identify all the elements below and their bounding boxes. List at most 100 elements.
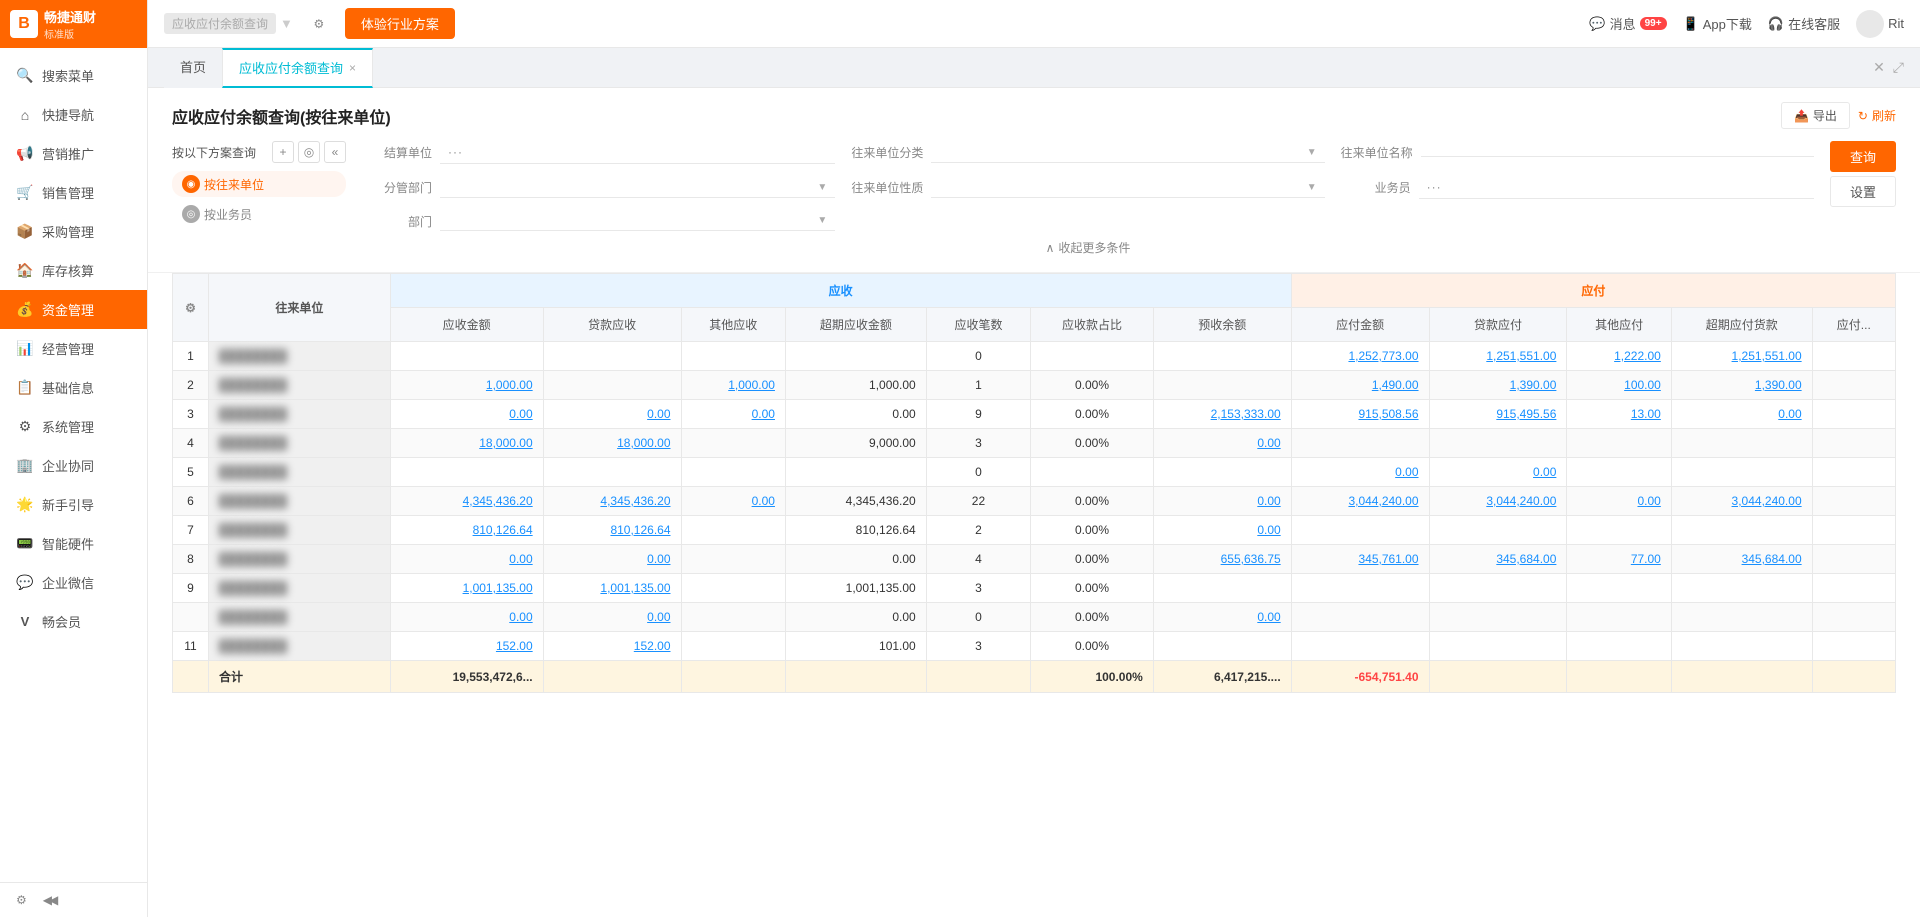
user-menu[interactable]: Rit [1856, 10, 1904, 38]
cell-ap_loan[interactable] [1429, 429, 1567, 458]
cell-ar_prepay[interactable] [1153, 574, 1291, 603]
sidebar-item-search-menu[interactable]: 🔍 搜索菜单 [0, 56, 147, 95]
cell-ar_amount[interactable]: 1,001,135.00 [390, 574, 543, 603]
cell-ap_loan[interactable]: 915,495.56 [1429, 400, 1567, 429]
cell-ap_amount[interactable] [1291, 574, 1429, 603]
sidebar-item-purchase[interactable]: 📦 采购管理 [0, 212, 147, 251]
cell-ap_amount[interactable] [1291, 429, 1429, 458]
cell-ap_amount[interactable]: 1,252,773.00 [1291, 342, 1429, 371]
cell-ar_other[interactable]: 0.00 [681, 487, 785, 516]
cell-ap_overdue[interactable] [1671, 429, 1812, 458]
cell-ar_prepay[interactable] [1153, 458, 1291, 487]
cell-ap_other[interactable] [1567, 574, 1671, 603]
tab-maximize-icon[interactable]: ⤢ [1893, 59, 1904, 76]
scheme-by-partner[interactable]: ◉ 按往来单位 [172, 171, 346, 197]
cell-ap_loan[interactable]: 1,251,551.00 [1429, 342, 1567, 371]
cell-ap_amount[interactable] [1291, 603, 1429, 632]
sidebar-item-system[interactable]: ⚙ 系统管理 [0, 407, 147, 446]
cell-ar_prepay[interactable]: 0.00 [1153, 429, 1291, 458]
cell-ap_overdue[interactable] [1671, 632, 1812, 661]
cell-ar_amount[interactable]: 1,000.00 [390, 371, 543, 400]
cell-ap_overdue[interactable]: 0.00 [1671, 400, 1812, 429]
sidebar-item-sales[interactable]: 🛒 销售管理 [0, 173, 147, 212]
cell-ap_overdue[interactable]: 1,251,551.00 [1671, 342, 1812, 371]
cell-ar_prepay[interactable]: 2,153,333.00 [1153, 400, 1291, 429]
cell-ar_amount[interactable]: 0.00 [390, 400, 543, 429]
cell-ar_other[interactable] [681, 342, 785, 371]
cell-ap_other[interactable]: 13.00 [1567, 400, 1671, 429]
cell-ap_amount[interactable]: 345,761.00 [1291, 545, 1429, 574]
cell-ap_loan[interactable]: 0.00 [1429, 458, 1567, 487]
cell-ap_amount[interactable] [1291, 632, 1429, 661]
cell-ap_loan[interactable]: 345,684.00 [1429, 545, 1567, 574]
sidebar-item-operations[interactable]: 📊 经营管理 [0, 329, 147, 368]
cell-ap_overdue[interactable] [1671, 603, 1812, 632]
cell-ap_overdue[interactable]: 345,684.00 [1671, 545, 1812, 574]
cell-ap_loan[interactable] [1429, 516, 1567, 545]
setting-button[interactable]: 设置 [1830, 176, 1896, 207]
cell-ar_other[interactable] [681, 574, 785, 603]
scheme-settings-button[interactable]: ◎ [298, 141, 320, 163]
cell-ap_other[interactable] [1567, 632, 1671, 661]
partner-nature-input[interactable]: ▼ [931, 178, 1324, 198]
cell-ar_amount[interactable]: 810,126.64 [390, 516, 543, 545]
message-button[interactable]: 💬 消息 99+ [1589, 14, 1666, 33]
cell-ar_other[interactable] [681, 429, 785, 458]
cell-ar_prepay[interactable]: 655,636.75 [1153, 545, 1291, 574]
tab-close-icon[interactable]: × [349, 61, 356, 75]
cell-ap_overdue[interactable] [1671, 516, 1812, 545]
refresh-button[interactable]: ↻ 刷新 [1858, 102, 1896, 129]
cell-ar_loan[interactable] [543, 342, 681, 371]
cell-ar_amount[interactable] [390, 342, 543, 371]
cell-ar_other[interactable] [681, 603, 785, 632]
cell-ar_other[interactable] [681, 632, 785, 661]
cell-ap_amount[interactable]: 915,508.56 [1291, 400, 1429, 429]
export-button[interactable]: 📤 导出 [1781, 102, 1850, 129]
cell-ar_prepay[interactable] [1153, 371, 1291, 400]
cell-ar_amount[interactable]: 0.00 [390, 603, 543, 632]
cell-ap_loan[interactable] [1429, 632, 1567, 661]
sidebar-item-quick-nav[interactable]: ⌂ 快捷导航 [0, 95, 147, 134]
tab-home[interactable]: 首页 [164, 48, 222, 88]
table-settings-icon[interactable]: ⚙ [185, 301, 196, 315]
cell-ar_amount[interactable] [390, 458, 543, 487]
cell-ap_amount[interactable]: 0.00 [1291, 458, 1429, 487]
sidebar-item-inventory[interactable]: 🏠 库存核算 [0, 251, 147, 290]
cell-ap_loan[interactable]: 3,044,240.00 [1429, 487, 1567, 516]
cell-ar_loan[interactable]: 0.00 [543, 400, 681, 429]
tab-close-window-icon[interactable]: ✕ [1873, 59, 1885, 76]
cell-ap_loan[interactable] [1429, 574, 1567, 603]
sidebar-item-wechat[interactable]: 💬 企业微信 [0, 563, 147, 602]
add-scheme-button[interactable]: + [272, 141, 294, 163]
cell-ar_loan[interactable]: 152.00 [543, 632, 681, 661]
cell-ar_other[interactable]: 0.00 [681, 400, 785, 429]
cell-ar_amount[interactable]: 4,345,436.20 [390, 487, 543, 516]
cell-ar_amount[interactable]: 18,000.00 [390, 429, 543, 458]
sidebar-collapse-icon[interactable]: ◀◀ [43, 893, 55, 907]
sidebar-settings-icon[interactable]: ⚙ [16, 893, 27, 907]
scheme-collapse-button[interactable]: « [324, 141, 346, 163]
partner-category-input[interactable]: ▼ [931, 143, 1324, 163]
sidebar-item-member[interactable]: V 畅会员 [0, 602, 147, 641]
cell-ar_loan[interactable]: 18,000.00 [543, 429, 681, 458]
cell-ar_amount[interactable]: 0.00 [390, 545, 543, 574]
settlement-unit-input[interactable]: ··· [440, 141, 835, 164]
query-button[interactable]: 查询 [1830, 141, 1896, 172]
tab-ar-ap[interactable]: 应收应付余额查询 × [222, 48, 373, 88]
scheme-by-salesman[interactable]: ◎ 按业务员 [172, 201, 346, 227]
cell-ap_loan[interactable] [1429, 603, 1567, 632]
cell-ap_other[interactable]: 100.00 [1567, 371, 1671, 400]
sidebar-item-enterprise[interactable]: 🏢 企业协同 [0, 446, 147, 485]
cell-ar_amount[interactable]: 152.00 [390, 632, 543, 661]
cell-ap_other[interactable]: 1,222.00 [1567, 342, 1671, 371]
partner-name-input[interactable] [1421, 148, 1814, 157]
sidebar-item-hardware[interactable]: 📟 智能硬件 [0, 524, 147, 563]
cell-ar_prepay[interactable] [1153, 632, 1291, 661]
sidebar-item-basic[interactable]: 📋 基础信息 [0, 368, 147, 407]
cell-ar_prepay[interactable]: 0.00 [1153, 487, 1291, 516]
cell-ar_other[interactable] [681, 545, 785, 574]
cell-ap_other[interactable] [1567, 429, 1671, 458]
solution-button[interactable]: 体验行业方案 [345, 8, 455, 39]
sidebar-item-guide[interactable]: 🌟 新手引导 [0, 485, 147, 524]
cell-ap_other[interactable]: 77.00 [1567, 545, 1671, 574]
